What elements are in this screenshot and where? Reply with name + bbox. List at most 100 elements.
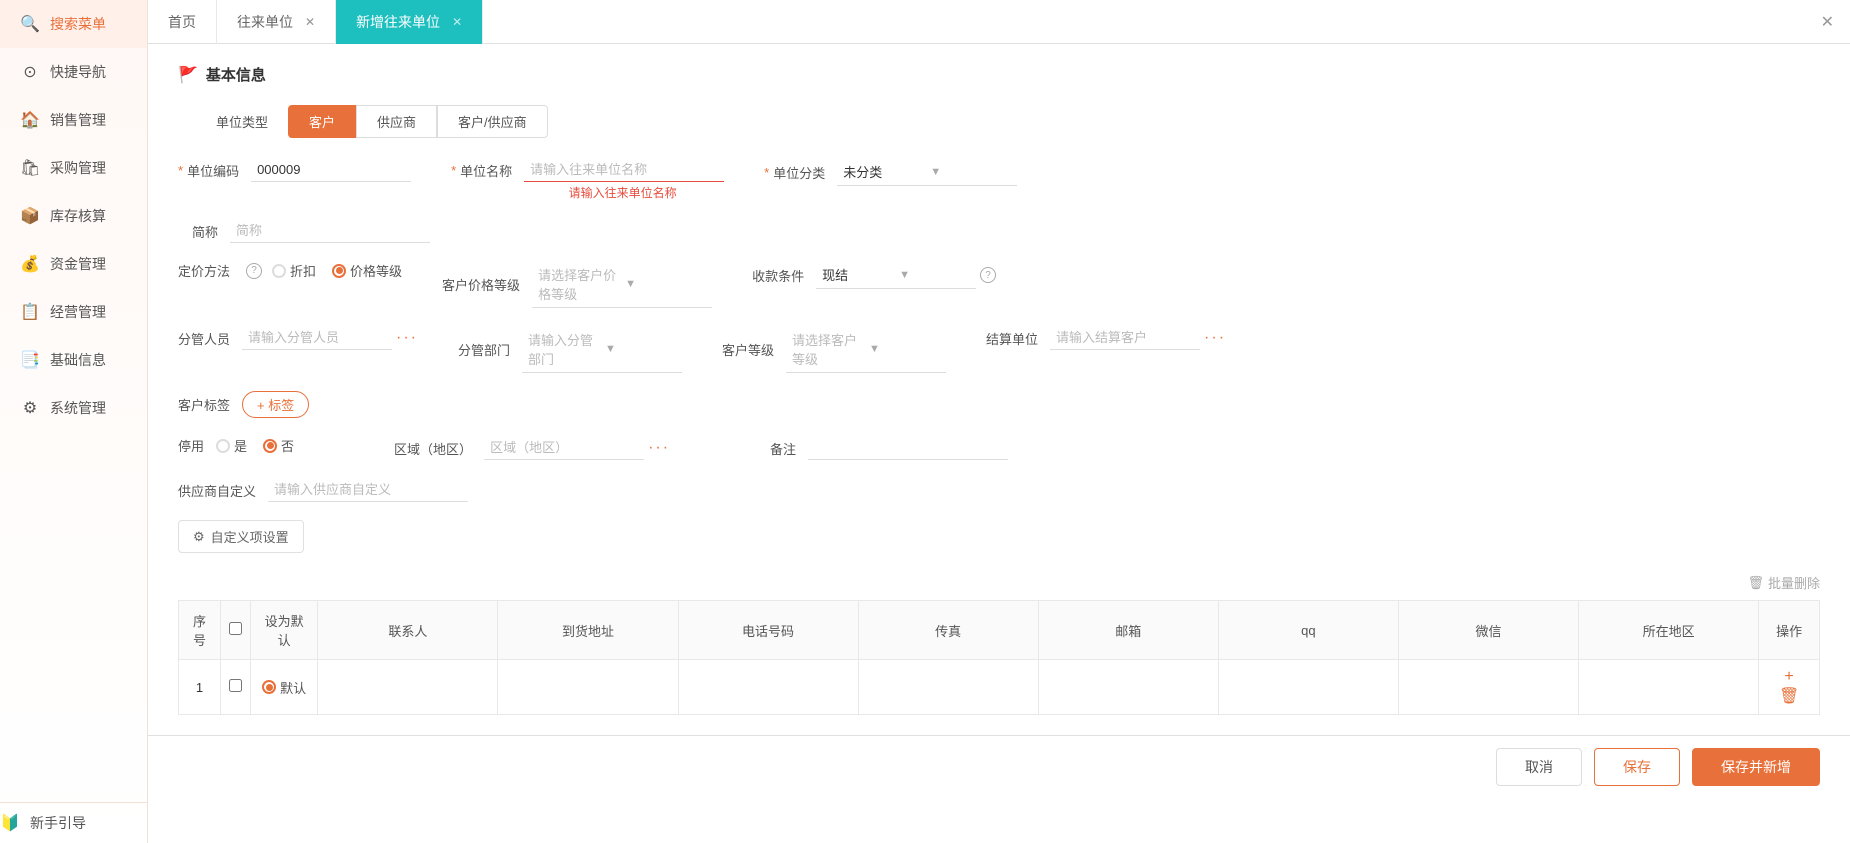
manager-more-btn[interactable]: ··· — [396, 329, 418, 347]
row-fax[interactable] — [858, 660, 1038, 715]
row-default-radio[interactable]: 默认 — [259, 678, 309, 697]
col-action: 操作 — [1759, 601, 1820, 660]
unit-category-label: 单位分类 — [773, 163, 825, 182]
sidebar-item-guide[interactable]: 🔰 新手引导 — [0, 802, 147, 843]
unit-name-star: * — [451, 163, 456, 178]
col-email: 邮箱 — [1038, 601, 1218, 660]
region-more-btn[interactable]: ··· — [648, 439, 670, 457]
section-title: 🚩 基本信息 — [178, 64, 1820, 85]
sidebar-item-operations[interactable]: 📋 经营管理 — [0, 288, 147, 336]
disabled-yes-radio[interactable]: 是 — [216, 436, 247, 455]
settlement-input[interactable] — [1050, 326, 1200, 350]
row-fax-input[interactable] — [867, 680, 1030, 695]
row-add-btn[interactable]: + — [1784, 668, 1793, 685]
row-region-input[interactable] — [1587, 680, 1750, 695]
department-select[interactable]: 请输入分管部门 ▼ — [522, 326, 682, 373]
unit-code-label: 单位编码 — [187, 161, 239, 180]
unit-name-error: 请输入往来单位名称 — [569, 184, 677, 201]
row-phone-input[interactable] — [687, 680, 850, 695]
unit-category-select[interactable]: 未分类 ▼ — [837, 158, 1017, 186]
disabled-yes-label: 是 — [234, 436, 247, 455]
unit-type-customer-btn[interactable]: 客户 — [288, 105, 356, 138]
supplier-custom-input[interactable] — [268, 478, 468, 502]
col-wechat: 微信 — [1399, 601, 1579, 660]
department-placeholder: 请输入分管部门 — [528, 330, 599, 368]
save-button[interactable]: 保存 — [1594, 748, 1680, 786]
row-default-label: 默认 — [280, 678, 306, 697]
table-toolbar: 🗑 批量删除 — [178, 573, 1820, 592]
pricing-level-radio[interactable]: 价格等级 — [332, 261, 402, 280]
row-phone[interactable] — [678, 660, 858, 715]
remark-input[interactable] — [808, 436, 1008, 460]
sidebar-item-basic-info[interactable]: 📑 基础信息 — [0, 336, 147, 384]
region-input[interactable] — [484, 436, 644, 460]
payment-terms-select[interactable]: 现结 ▼ — [816, 261, 976, 289]
row-del-btn[interactable]: 🗑 — [1779, 688, 1799, 705]
sidebar-label-sales: 销售管理 — [50, 110, 106, 130]
save-new-button[interactable]: 保存并新增 — [1692, 748, 1820, 786]
sidebar-item-quick-nav[interactable]: ⊙ 快捷导航 — [0, 48, 147, 96]
tab-new-partner-close[interactable]: ✕ — [452, 15, 462, 29]
payment-terms-info-icon[interactable]: ? — [980, 267, 996, 283]
sidebar-item-inventory[interactable]: 📦 库存核算 — [0, 192, 147, 240]
row-address-input[interactable] — [506, 680, 669, 695]
custom-settings-row: ⚙ 自定义项设置 — [178, 520, 1820, 553]
row-default-circle — [262, 680, 276, 694]
tag-label: 客户标签 — [178, 395, 230, 414]
custom-settings-label: 自定义项设置 — [211, 527, 289, 546]
unit-type-label: 单位类型 — [178, 112, 268, 131]
tab-home[interactable]: 首页 — [148, 0, 217, 44]
tab-new-partner[interactable]: 新增往来单位 ✕ — [336, 0, 483, 44]
cancel-button[interactable]: 取消 — [1496, 748, 1582, 786]
pricing-discount-radio[interactable]: 折扣 — [272, 261, 316, 280]
payment-terms-group: 收款条件 现结 ▼ ? — [752, 261, 996, 289]
disabled-no-radio[interactable]: 否 — [263, 436, 294, 455]
disabled-no-circle — [263, 439, 277, 453]
sidebar-item-finance[interactable]: 💰 资金管理 — [0, 240, 147, 288]
unit-type-supplier-btn[interactable]: 供应商 — [356, 105, 437, 138]
tab-home-label: 首页 — [168, 12, 196, 32]
manager-input[interactable] — [242, 326, 392, 350]
batch-delete-btn[interactable]: 🗑 批量删除 — [1747, 573, 1820, 592]
table-section: 🗑 批量删除 序号 设为默认 联系人 到货地址 — [178, 573, 1820, 715]
tab-partners-close[interactable]: ✕ — [305, 15, 315, 29]
col-checkbox — [220, 601, 250, 660]
custom-settings-btn[interactable]: ⚙ 自定义项设置 — [178, 520, 304, 553]
row-wechat[interactable] — [1399, 660, 1579, 715]
sidebar-label-system: 系统管理 — [50, 398, 106, 418]
select-all-checkbox[interactable] — [229, 622, 242, 635]
customer-level-select[interactable]: 请选择客户等级 ▼ — [786, 326, 946, 373]
sidebar-label-operations: 经营管理 — [50, 302, 106, 322]
sidebar-item-search[interactable]: 🔍 搜索菜单 — [0, 0, 147, 48]
customer-price-select[interactable]: 请选择客户价格等级 ▼ — [532, 261, 712, 308]
unit-name-input[interactable] — [524, 158, 724, 182]
row-address[interactable] — [498, 660, 678, 715]
col-phone: 电话号码 — [678, 601, 858, 660]
settlement-more-btn[interactable]: ··· — [1204, 329, 1226, 347]
row-wechat-input[interactable] — [1407, 680, 1570, 695]
department-caret: ▼ — [605, 343, 676, 355]
row-qq[interactable] — [1218, 660, 1398, 715]
home-icon: ⊙ — [20, 62, 40, 82]
inventory-icon: 📦 — [20, 206, 40, 226]
row-email-input[interactable] — [1047, 680, 1210, 695]
unit-type-both-btn[interactable]: 客户/供应商 — [437, 105, 548, 138]
unit-type-row: 单位类型 客户 供应商 客户/供应商 — [178, 105, 1820, 138]
main-close-btn[interactable]: ✕ — [1805, 12, 1850, 32]
sidebar-item-purchase[interactable]: 🛍 采购管理 — [0, 144, 147, 192]
tab-partners[interactable]: 往来单位 ✕ — [217, 0, 336, 44]
sidebar-item-sales[interactable]: 🏠 销售管理 — [0, 96, 147, 144]
pricing-method-info-icon[interactable]: ? — [246, 263, 262, 279]
row-checkbox-input[interactable] — [229, 679, 242, 692]
row-contact-input[interactable] — [326, 680, 489, 695]
customer-price-placeholder: 请选择客户价格等级 — [538, 265, 619, 303]
short-name-input[interactable] — [230, 219, 430, 243]
tag-add-btn[interactable]: + 标签 — [242, 391, 309, 418]
sidebar-item-system[interactable]: ⚙ 系统管理 — [0, 384, 147, 432]
row-region[interactable] — [1579, 660, 1759, 715]
department-label: 分管部门 — [458, 340, 510, 359]
row-email[interactable] — [1038, 660, 1218, 715]
row-contact[interactable] — [318, 660, 498, 715]
row-qq-input[interactable] — [1227, 680, 1390, 695]
unit-code-input[interactable] — [251, 158, 411, 182]
